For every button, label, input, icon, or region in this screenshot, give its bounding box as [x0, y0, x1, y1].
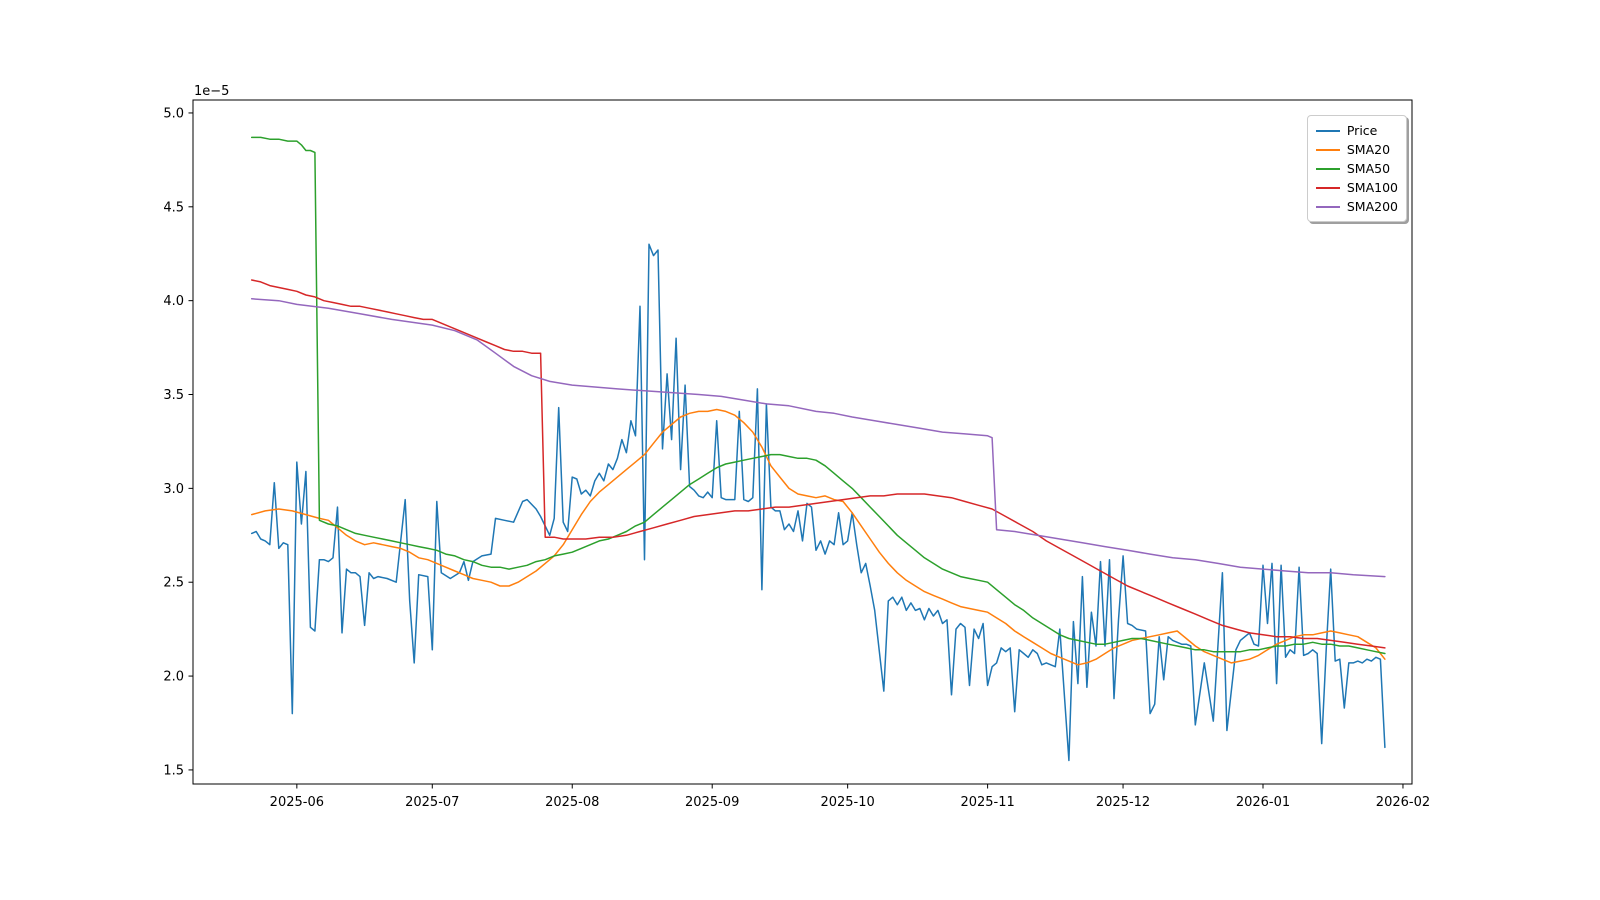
legend-label-sma100: SMA100	[1346, 180, 1398, 195]
legend-swatch-sma50	[1315, 167, 1340, 170]
x-tick-label: 2025-08	[545, 795, 599, 810]
series-line-sma100	[250, 279, 1386, 649]
legend-entry-sma50: SMA50	[1315, 159, 1398, 178]
legend-label-sma20: SMA20	[1346, 142, 1391, 157]
x-tick-label: 2025-09	[685, 795, 739, 810]
x-tick-label: 2026-01	[1236, 795, 1290, 810]
y-tick-label: 5.0	[163, 106, 184, 121]
x-tick-label: 2026-02	[1376, 795, 1430, 810]
y-tick-label: 3.5	[163, 388, 184, 403]
y-tick-label: 2.5	[163, 576, 184, 591]
legend-label-sma50: SMA50	[1346, 161, 1391, 176]
x-tick-label: 2025-11	[960, 795, 1014, 810]
y-tick-label: 4.0	[163, 294, 184, 309]
x-tick-label: 2025-06	[270, 795, 324, 810]
legend-swatch-sma100	[1315, 186, 1340, 189]
legend-swatch-sma20	[1315, 148, 1340, 151]
y-tick-label: 3.0	[163, 482, 184, 497]
legend-entry-sma200: SMA200	[1315, 197, 1398, 216]
y-tick-label: 1.5	[163, 763, 184, 778]
figure: 2025-06 2025-07 2025-08 2025-09 2025-10 2025-…	[0, 0, 1600, 900]
legend-entry-sma20: SMA20	[1315, 140, 1398, 159]
legend-swatch-sma200	[1315, 205, 1340, 208]
legend-label-price: Price	[1346, 123, 1378, 138]
legend-swatch-price	[1315, 129, 1340, 132]
x-tick-label: 2025-07	[405, 795, 459, 810]
x-tick-label: 2025-12	[1096, 795, 1150, 810]
axes-box	[192, 99, 1413, 785]
y-tick-label: 2.0	[163, 670, 184, 685]
x-tick-label: 2025-10	[820, 795, 874, 810]
legend-entry-sma100: SMA100	[1315, 178, 1398, 197]
legend: Price SMA20 SMA50 SMA100 SMA200	[1306, 115, 1407, 222]
legend-label-sma200: SMA200	[1346, 199, 1398, 214]
series-line-sma20	[250, 408, 1386, 666]
y-tick-label: 4.5	[163, 200, 184, 215]
legend-entry-price: Price	[1315, 121, 1398, 140]
series-line-sma200	[250, 298, 1386, 578]
y-axis-offset-label: 1e−5	[194, 84, 230, 99]
